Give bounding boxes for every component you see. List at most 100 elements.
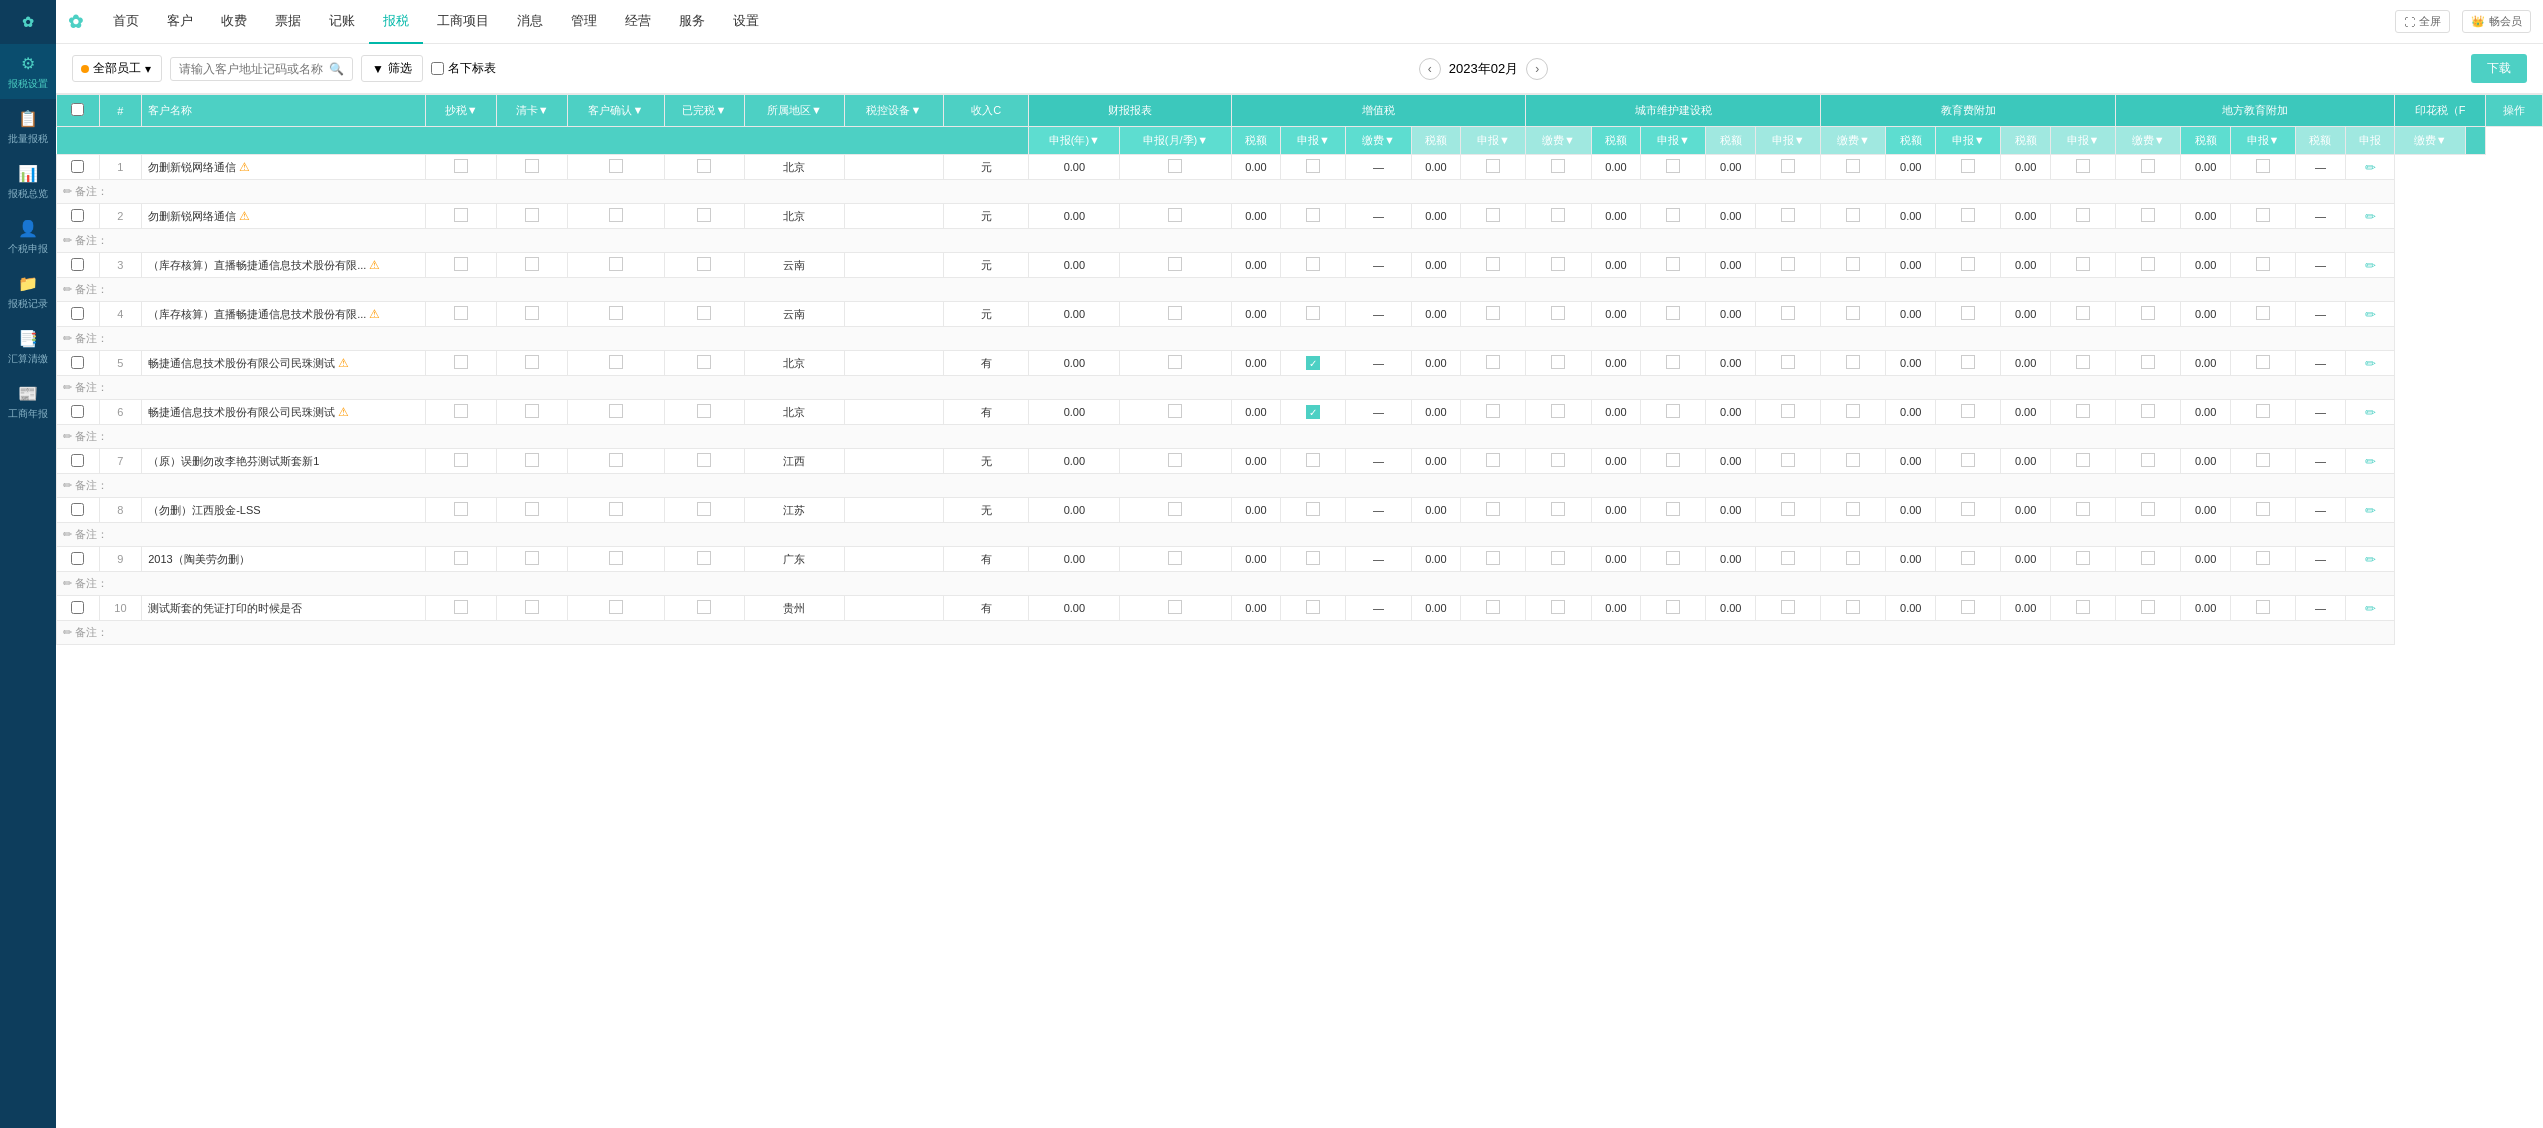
unchecked-box[interactable] <box>609 502 623 516</box>
unchecked-box[interactable] <box>697 159 711 173</box>
edit-icon[interactable]: ✏ <box>2365 258 2376 273</box>
unchecked-box[interactable] <box>1168 208 1182 222</box>
unchecked-box[interactable] <box>697 355 711 369</box>
edit-icon[interactable]: ✏ <box>2365 307 2376 322</box>
unchecked-box[interactable] <box>2141 600 2155 614</box>
unchecked-box[interactable] <box>1666 159 1680 173</box>
unchecked-box[interactable] <box>1846 404 1860 418</box>
nav-accounting[interactable]: 记账 <box>315 0 369 44</box>
unchecked-box[interactable] <box>1168 404 1182 418</box>
unchecked-box[interactable] <box>1781 306 1795 320</box>
unchecked-box[interactable] <box>1666 306 1680 320</box>
unchecked-box[interactable] <box>1666 453 1680 467</box>
fullscreen-button[interactable]: ⛶ 全屏 <box>2395 10 2450 33</box>
unchecked-box[interactable] <box>2256 404 2270 418</box>
unchecked-box[interactable] <box>2141 159 2155 173</box>
unchecked-box[interactable] <box>609 306 623 320</box>
unchecked-box[interactable] <box>1666 502 1680 516</box>
row-checkbox[interactable] <box>71 307 84 320</box>
nav-customer[interactable]: 客户 <box>153 0 207 44</box>
unchecked-box[interactable] <box>1666 355 1680 369</box>
select-all-checkbox[interactable] <box>71 103 84 116</box>
sidebar-item-tax-settings[interactable]: ⚙ 报税设置 <box>0 44 56 99</box>
unchecked-box[interactable] <box>1486 551 1500 565</box>
unchecked-box[interactable] <box>1168 355 1182 369</box>
unchecked-box[interactable] <box>697 404 711 418</box>
unchecked-box[interactable] <box>1486 257 1500 271</box>
unchecked-box[interactable] <box>609 159 623 173</box>
unchecked-box[interactable] <box>1961 355 1975 369</box>
unchecked-box[interactable] <box>1486 453 1500 467</box>
unchecked-box[interactable] <box>2256 306 2270 320</box>
unchecked-box[interactable] <box>1168 453 1182 467</box>
employee-filter[interactable]: 全部员工 ▾ <box>72 55 162 82</box>
unchecked-box[interactable] <box>1168 502 1182 516</box>
unchecked-box[interactable] <box>1486 208 1500 222</box>
unchecked-box[interactable] <box>2256 600 2270 614</box>
unchecked-box[interactable] <box>1486 404 1500 418</box>
download-button[interactable]: 下载 <box>2471 54 2527 83</box>
unchecked-box[interactable] <box>1168 257 1182 271</box>
row-checkbox[interactable] <box>71 405 84 418</box>
unchecked-box[interactable] <box>1306 600 1320 614</box>
unchecked-box[interactable] <box>2076 208 2090 222</box>
unchecked-box[interactable] <box>697 453 711 467</box>
unchecked-box[interactable] <box>1306 502 1320 516</box>
name-list-checkbox[interactable] <box>431 62 444 75</box>
unchecked-box[interactable] <box>2256 551 2270 565</box>
unchecked-box[interactable] <box>2256 159 2270 173</box>
unchecked-box[interactable] <box>1781 257 1795 271</box>
unchecked-box[interactable] <box>609 453 623 467</box>
next-date-button[interactable]: › <box>1526 58 1548 80</box>
unchecked-box[interactable] <box>525 600 539 614</box>
unchecked-box[interactable] <box>1846 551 1860 565</box>
sidebar-item-individual-tax[interactable]: 👤 个税申报 <box>0 209 56 264</box>
unchecked-box[interactable] <box>1846 208 1860 222</box>
unchecked-box[interactable] <box>454 600 468 614</box>
row-checkbox[interactable] <box>71 552 84 565</box>
unchecked-box[interactable] <box>525 208 539 222</box>
unchecked-box[interactable] <box>2256 453 2270 467</box>
nav-management[interactable]: 管理 <box>557 0 611 44</box>
unchecked-box[interactable] <box>697 502 711 516</box>
unchecked-box[interactable] <box>1551 453 1565 467</box>
unchecked-box[interactable] <box>1666 257 1680 271</box>
unchecked-box[interactable] <box>1666 404 1680 418</box>
unchecked-box[interactable] <box>1961 257 1975 271</box>
sidebar-item-annual-report[interactable]: 📰 工商年报 <box>0 374 56 429</box>
unchecked-box[interactable] <box>1168 159 1182 173</box>
nav-messages[interactable]: 消息 <box>503 0 557 44</box>
unchecked-box[interactable] <box>525 257 539 271</box>
unchecked-box[interactable] <box>454 502 468 516</box>
unchecked-box[interactable] <box>525 502 539 516</box>
unchecked-box[interactable] <box>2141 551 2155 565</box>
unchecked-box[interactable] <box>1306 306 1320 320</box>
row-checkbox[interactable] <box>71 160 84 173</box>
sidebar-item-tax-records[interactable]: 📁 报税记录 <box>0 264 56 319</box>
unchecked-box[interactable] <box>1961 453 1975 467</box>
unchecked-box[interactable] <box>1781 355 1795 369</box>
unchecked-box[interactable] <box>1961 600 1975 614</box>
checked-box[interactable]: ✓ <box>1306 405 1320 419</box>
unchecked-box[interactable] <box>1168 600 1182 614</box>
unchecked-box[interactable] <box>454 404 468 418</box>
unchecked-box[interactable] <box>2076 404 2090 418</box>
unchecked-box[interactable] <box>2076 159 2090 173</box>
search-input[interactable] <box>179 62 329 76</box>
unchecked-box[interactable] <box>2256 257 2270 271</box>
row-checkbox[interactable] <box>71 356 84 369</box>
unchecked-box[interactable] <box>697 551 711 565</box>
row-checkbox[interactable] <box>71 503 84 516</box>
filter-button[interactable]: ▼ 筛选 <box>361 55 423 82</box>
unchecked-box[interactable] <box>1551 502 1565 516</box>
unchecked-box[interactable] <box>1168 306 1182 320</box>
unchecked-box[interactable] <box>1846 159 1860 173</box>
unchecked-box[interactable] <box>609 257 623 271</box>
unchecked-box[interactable] <box>2256 355 2270 369</box>
unchecked-box[interactable] <box>454 208 468 222</box>
unchecked-box[interactable] <box>2141 208 2155 222</box>
table-container[interactable]: # 客户名称 抄税▼ 清卡▼ 客户确认▼ 已完税▼ 所属地区▼ 税控设备▼ 收入… <box>56 94 2543 1128</box>
unchecked-box[interactable] <box>2076 600 2090 614</box>
unchecked-box[interactable] <box>1306 551 1320 565</box>
name-list-checkbox-label[interactable]: 名下标表 <box>431 60 496 77</box>
